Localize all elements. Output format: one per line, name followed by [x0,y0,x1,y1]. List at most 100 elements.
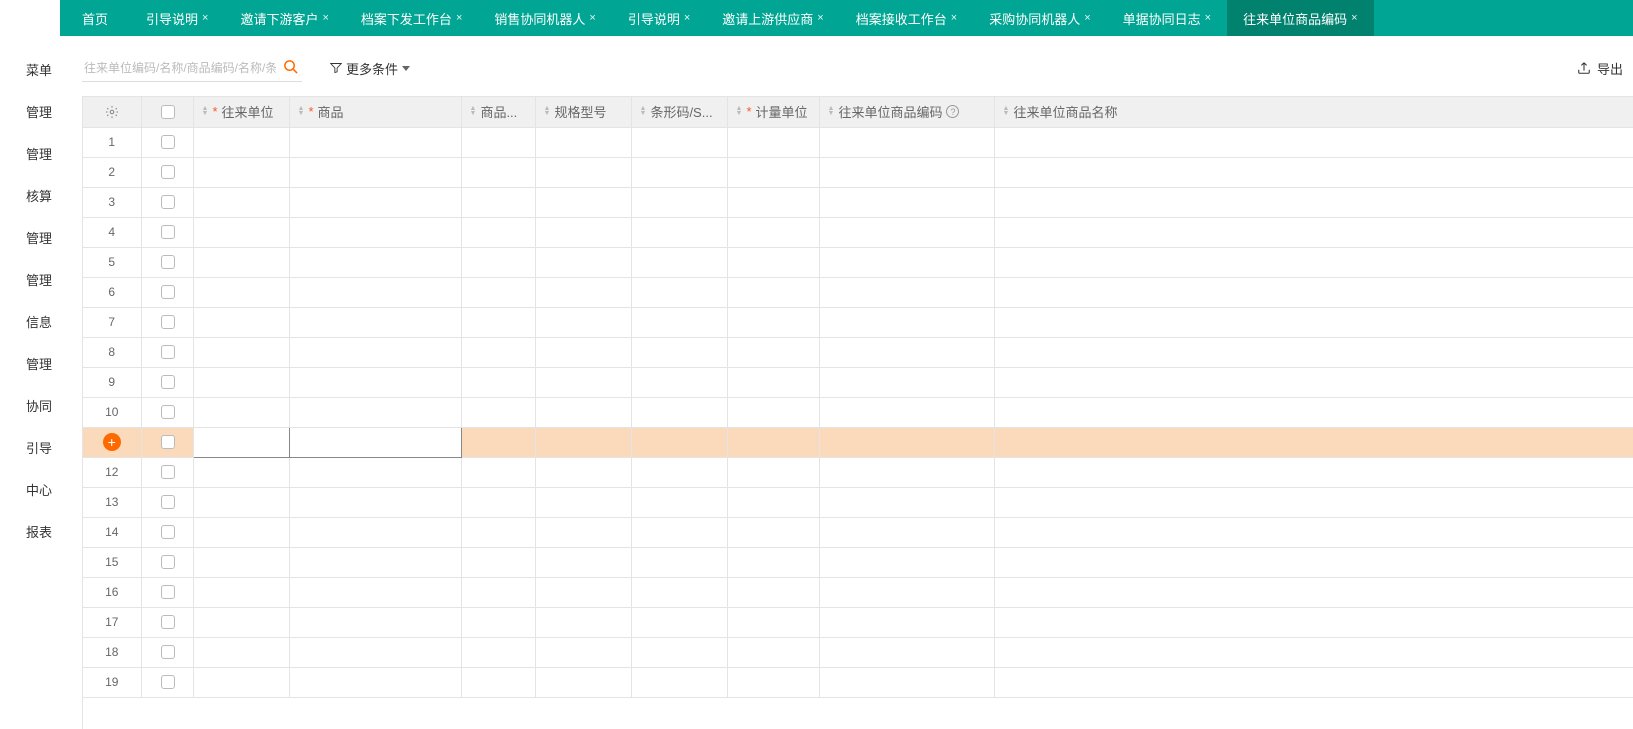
column-header-barcode[interactable]: ▲▼条形码/S... [631,97,727,127]
cell[interactable] [193,277,289,307]
cell[interactable] [535,157,631,187]
cell[interactable] [819,667,994,697]
table-row[interactable]: 18 [83,637,1633,667]
cell[interactable] [289,127,461,157]
close-icon[interactable]: × [322,12,328,24]
close-icon[interactable]: × [1205,12,1211,24]
cell[interactable] [193,157,289,187]
table-row[interactable]: 1 [83,127,1633,157]
cell[interactable] [631,667,727,697]
search-input[interactable] [82,54,302,82]
row-checkbox[interactable] [161,465,175,479]
cell[interactable] [819,157,994,187]
cell[interactable] [535,427,631,457]
cell[interactable] [727,217,819,247]
cell[interactable] [193,337,289,367]
cell[interactable] [289,367,461,397]
cell[interactable] [193,667,289,697]
cell[interactable] [461,277,535,307]
table-row[interactable]: 8 [83,337,1633,367]
cell[interactable] [461,337,535,367]
cell[interactable] [994,667,1633,697]
cell[interactable] [819,367,994,397]
column-header-product[interactable]: ▲▼* 商品 [289,97,461,127]
table-row[interactable]: 5 [83,247,1633,277]
row-checkbox[interactable] [161,225,175,239]
cell[interactable] [535,307,631,337]
row-checkbox[interactable] [161,435,175,449]
cell[interactable] [727,457,819,487]
close-icon[interactable]: × [202,12,208,24]
cell[interactable] [193,607,289,637]
sidebar-item[interactable]: 菜单 [0,50,60,92]
cell[interactable] [193,577,289,607]
row-checkbox[interactable] [161,585,175,599]
cell[interactable] [631,367,727,397]
cell[interactable] [819,187,994,217]
tab[interactable]: 往来单位商品编码× [1227,0,1373,36]
help-icon[interactable]: ? [946,105,959,118]
cell[interactable] [193,367,289,397]
cell[interactable] [461,367,535,397]
sidebar-item[interactable]: 管理 [0,134,60,176]
cell[interactable] [631,247,727,277]
cell[interactable] [193,397,289,427]
table-row[interactable]: 4 [83,217,1633,247]
cell[interactable] [289,247,461,277]
cell[interactable] [727,367,819,397]
sidebar-item[interactable]: 管理 [0,260,60,302]
cell[interactable] [289,427,461,457]
column-header-pcode[interactable]: ▲▼往来单位商品编码 ? [819,97,994,127]
cell[interactable] [535,637,631,667]
table-row[interactable]: 19 [83,667,1633,697]
cell[interactable] [461,637,535,667]
cell[interactable] [535,247,631,277]
cell[interactable] [631,427,727,457]
cell[interactable] [289,337,461,367]
row-checkbox[interactable] [161,255,175,269]
sidebar-item[interactable]: 协同 [0,386,60,428]
cell[interactable] [994,277,1633,307]
cell[interactable] [461,427,535,457]
cell[interactable] [461,487,535,517]
table-row[interactable]: 3 [83,187,1633,217]
cell[interactable] [994,127,1633,157]
cell[interactable] [193,247,289,277]
cell[interactable] [994,337,1633,367]
cell[interactable] [727,187,819,217]
sidebar-item[interactable]: 报表 [0,512,60,554]
table-row[interactable]: 17 [83,607,1633,637]
cell[interactable] [994,247,1633,277]
table-row[interactable]: 7 [83,307,1633,337]
cell[interactable] [535,367,631,397]
cell[interactable] [727,637,819,667]
cell[interactable] [461,607,535,637]
sidebar-item[interactable]: 管理 [0,92,60,134]
cell[interactable] [631,637,727,667]
cell[interactable] [193,217,289,247]
cell[interactable] [193,517,289,547]
cell[interactable] [819,487,994,517]
cell[interactable] [193,187,289,217]
tab[interactable]: 单据协同日志× [1107,0,1227,36]
tab[interactable]: 销售协同机器人× [478,0,611,36]
cell[interactable] [727,517,819,547]
row-checkbox[interactable] [161,375,175,389]
cell[interactable] [461,247,535,277]
cell[interactable] [819,427,994,457]
cell[interactable] [631,457,727,487]
cell[interactable] [289,517,461,547]
tab[interactable]: 邀请下游客户× [224,0,344,36]
cell[interactable] [461,307,535,337]
close-icon[interactable]: × [951,12,957,24]
cell[interactable] [535,127,631,157]
cell[interactable] [289,547,461,577]
cell[interactable] [994,457,1633,487]
cell[interactable] [631,397,727,427]
cell[interactable] [994,397,1633,427]
row-checkbox[interactable] [161,405,175,419]
row-checkbox[interactable] [161,615,175,629]
select-all-checkbox[interactable] [161,105,175,119]
sidebar-item[interactable]: 管理 [0,344,60,386]
cell[interactable] [631,487,727,517]
